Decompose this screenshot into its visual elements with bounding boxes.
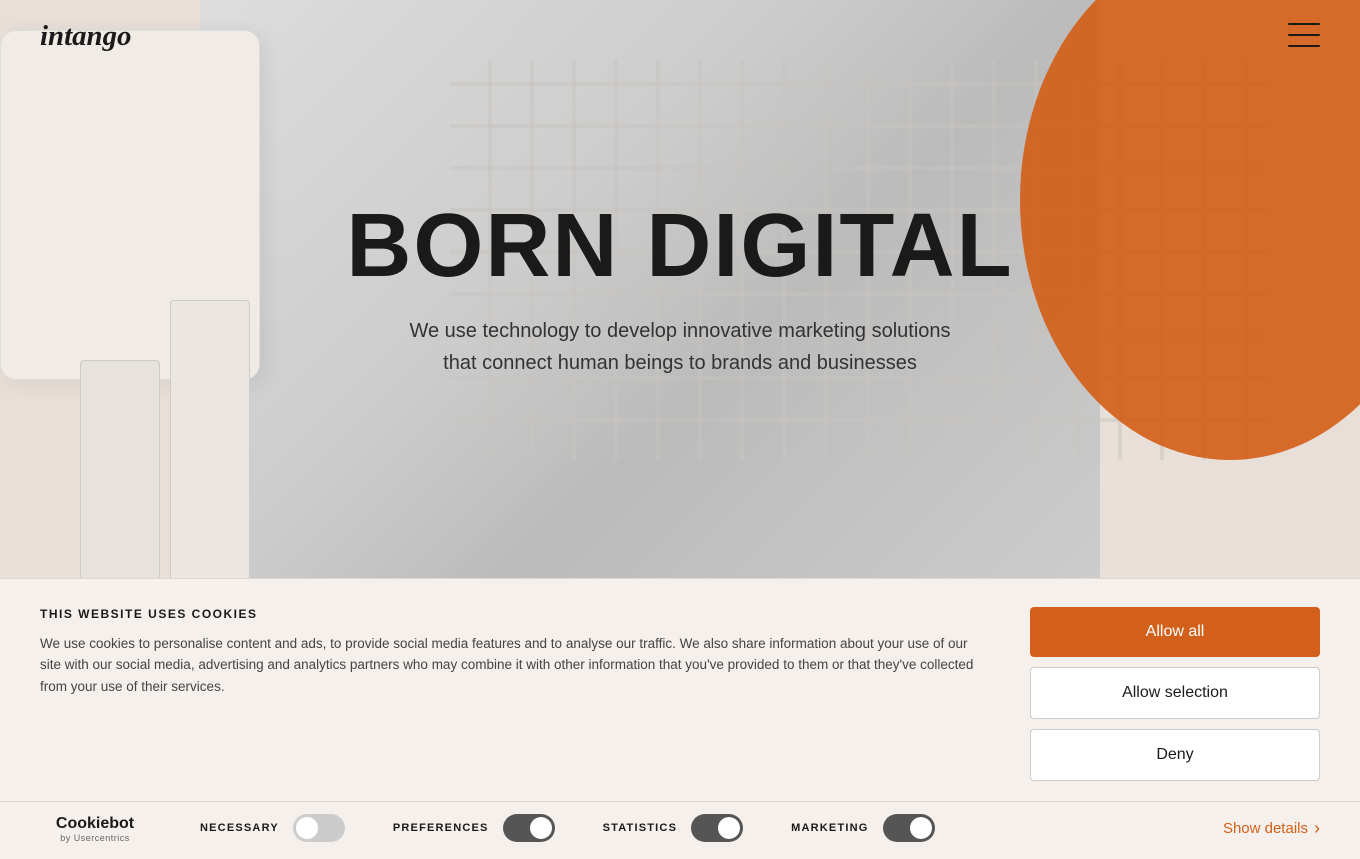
show-details-button[interactable]: Show details › bbox=[1223, 818, 1320, 839]
toggle-statistics-switch[interactable] bbox=[691, 814, 743, 842]
hero-subtitle-line1: We use technology to develop innovative … bbox=[409, 320, 950, 342]
navbar: intango bbox=[0, 0, 1360, 70]
cookiebot-logo: Cookiebot by Usercentrics bbox=[40, 814, 150, 843]
allow-selection-button[interactable]: Allow selection bbox=[1030, 667, 1320, 719]
cookie-banner: THIS WEBSITE USES COOKIES We use cookies… bbox=[0, 578, 1360, 859]
hamburger-menu-button[interactable] bbox=[1288, 23, 1320, 47]
cookie-buttons: Allow all Allow selection Deny bbox=[1030, 607, 1320, 781]
menu-line-3 bbox=[1288, 45, 1320, 47]
hero-subtitle-line2: that connect human beings to brands and … bbox=[443, 352, 917, 374]
cookie-banner-title: THIS WEBSITE USES COOKIES bbox=[40, 607, 990, 621]
logo: intango bbox=[40, 16, 162, 54]
toggle-preferences: PREFERENCES bbox=[393, 814, 555, 842]
hero-title: BORN DIGITAL bbox=[346, 201, 1013, 291]
cookie-main-area: THIS WEBSITE USES COOKIES We use cookies… bbox=[0, 579, 1360, 801]
device-stack-2 bbox=[170, 300, 250, 580]
deny-button[interactable]: Deny bbox=[1030, 729, 1320, 781]
toggle-preferences-label: PREFERENCES bbox=[393, 822, 489, 834]
toggle-marketing-switch[interactable] bbox=[883, 814, 935, 842]
device-stack-1 bbox=[80, 360, 160, 580]
svg-text:intango: intango bbox=[40, 20, 131, 52]
toggle-necessary-switch[interactable] bbox=[293, 814, 345, 842]
allow-all-button[interactable]: Allow all bbox=[1030, 607, 1320, 657]
hero-section: intango BORN DIGITAL We use technology t… bbox=[0, 0, 1360, 580]
toggle-preferences-switch[interactable] bbox=[503, 814, 555, 842]
cookiebot-name: Cookiebot bbox=[56, 814, 134, 833]
toggle-statistics-label: STATISTICS bbox=[603, 822, 678, 834]
toggle-marketing: MARKETING bbox=[791, 814, 934, 842]
intango-logo: intango bbox=[40, 16, 162, 54]
hero-content: BORN DIGITAL We use technology to develo… bbox=[346, 201, 1013, 379]
cookie-text-area: THIS WEBSITE USES COOKIES We use cookies… bbox=[40, 607, 990, 698]
toggle-necessary-label: NECESSARY bbox=[200, 822, 279, 834]
toggle-marketing-label: MARKETING bbox=[791, 822, 868, 834]
toggle-necessary: NECESSARY bbox=[200, 814, 345, 842]
cookie-footer: Cookiebot by Usercentrics NECESSARY PREF… bbox=[0, 801, 1360, 859]
show-details-label: Show details bbox=[1223, 820, 1308, 837]
menu-line-1 bbox=[1288, 23, 1320, 25]
hero-subtitle: We use technology to develop innovative … bbox=[346, 315, 1013, 379]
cookie-toggle-group: NECESSARY PREFERENCES STATISTICS MARKETI… bbox=[200, 814, 1173, 842]
toggle-statistics: STATISTICS bbox=[603, 814, 744, 842]
chevron-right-icon: › bbox=[1314, 818, 1320, 839]
menu-line-2 bbox=[1288, 34, 1320, 36]
cookiebot-sub: by Usercentrics bbox=[60, 833, 130, 843]
cookie-banner-body: We use cookies to personalise content an… bbox=[40, 633, 990, 698]
